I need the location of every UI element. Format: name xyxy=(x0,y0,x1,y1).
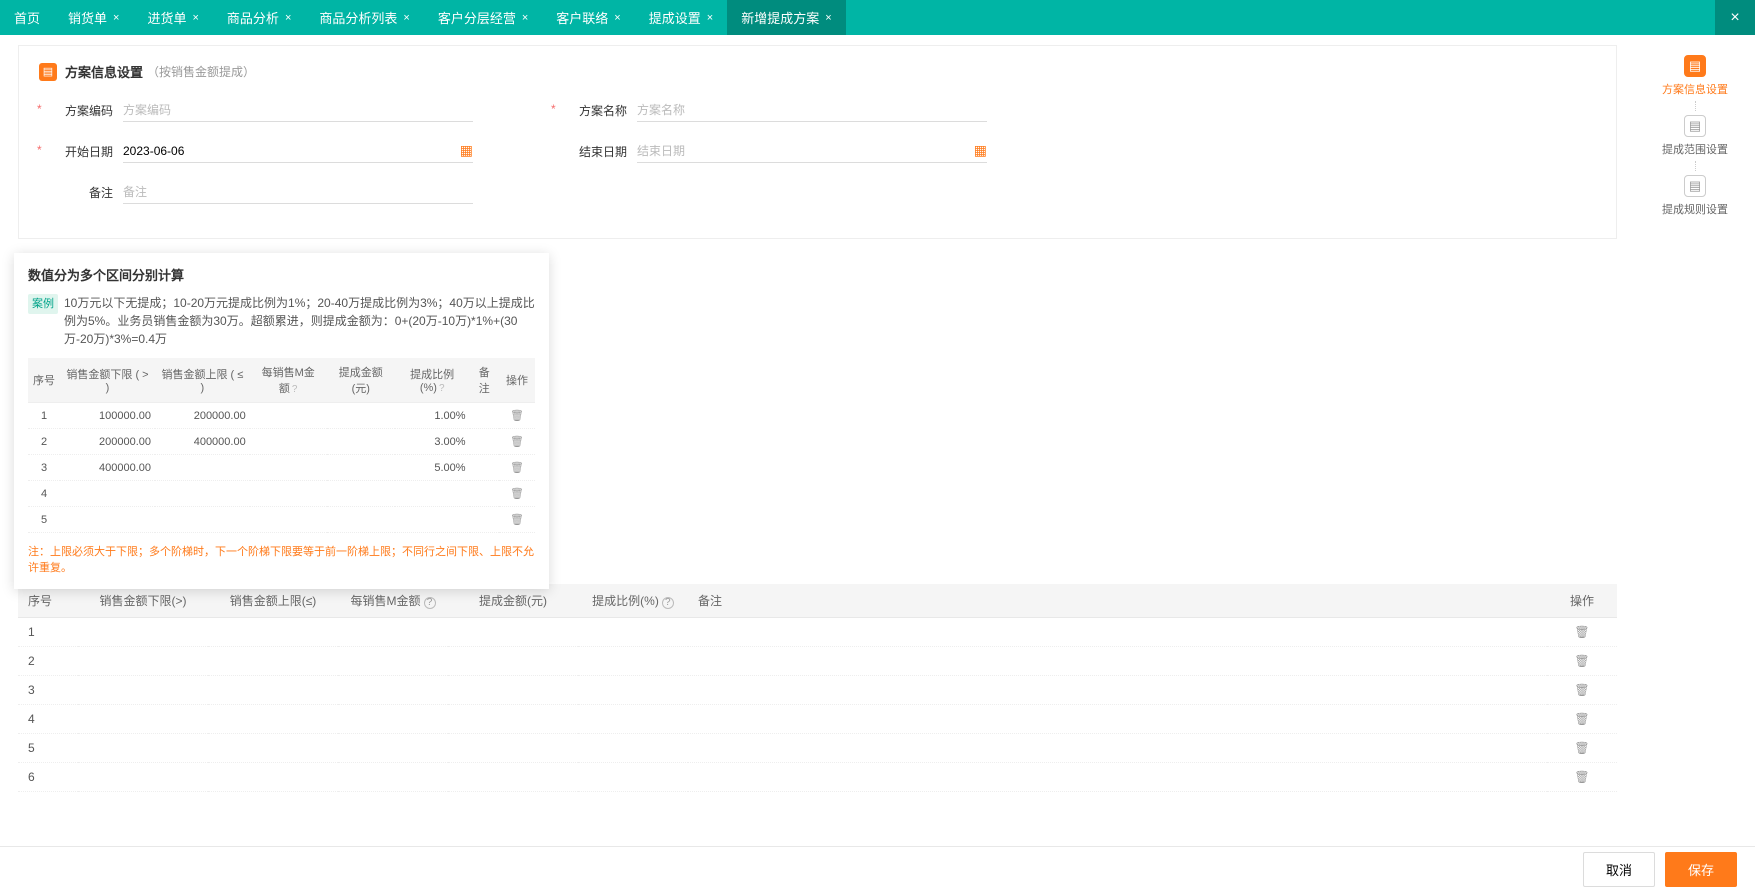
tab-home[interactable]: 首页 xyxy=(0,0,54,35)
example-tag: 案例 xyxy=(28,294,58,314)
end-date-input[interactable] xyxy=(637,140,987,163)
table-row[interactable]: 1🗑 xyxy=(18,618,1617,647)
col-remark: 备注 xyxy=(688,584,1547,618)
step-icon: ▤ xyxy=(1684,115,1706,137)
col-ratio: 提成比例(%)? xyxy=(578,584,688,618)
close-icon[interactable]: × xyxy=(825,12,831,24)
table-row[interactable]: 2🗑 xyxy=(18,647,1617,676)
table-row: 5🗑 xyxy=(28,507,535,533)
tooltip-title: 数值分为多个区间分别计算 xyxy=(28,265,535,284)
delete-icon[interactable]: 🗑 xyxy=(510,462,524,474)
plan-code-input[interactable] xyxy=(123,99,473,122)
delete-icon[interactable]: 🗑 xyxy=(510,488,524,500)
col-amount: 提成金额(元) xyxy=(448,584,578,618)
tooltip-note: 注：上限必须大于下限；多个阶梯时，下一个阶梯下限要等于前一阶梯上限；不同行之间下… xyxy=(28,543,535,575)
plan-name-input[interactable] xyxy=(637,99,987,122)
table-row: 3400000.005.00%🗑 xyxy=(28,455,535,481)
table-row[interactable]: 5🗑 xyxy=(18,734,1617,763)
tab-new-commission-plan[interactable]: 新增提成方案× xyxy=(727,0,845,35)
delete-icon[interactable]: 🗑 xyxy=(1574,712,1589,726)
col-per-m: 每销售M金额? xyxy=(338,584,448,618)
tab-product-analysis-list[interactable]: 商品分析列表× xyxy=(305,0,423,35)
table-row[interactable]: 6🗑 xyxy=(18,763,1617,792)
panel-subtitle: （按销售金额提成） xyxy=(147,63,255,80)
cancel-button[interactable]: 取消 xyxy=(1583,852,1655,887)
tab-customer-contact[interactable]: 客户联络× xyxy=(542,0,634,35)
top-tab-bar: 首页 销货单× 进货单× 商品分析× 商品分析列表× 客户分层经营× 客户联络×… xyxy=(0,0,1755,35)
step-icon: ▤ xyxy=(1684,175,1706,197)
page-footer: 取消 保存 xyxy=(0,846,1755,892)
interval-excess-tooltip: 数值分为多个区间分别计算 案例 10万元以下无提成；10-20万元提成比例为1%… xyxy=(14,253,549,589)
close-icon[interactable]: × xyxy=(285,12,291,24)
remark-input[interactable] xyxy=(123,181,473,204)
close-icon[interactable]: × xyxy=(614,12,620,24)
steps-side-nav: ▤ 方案信息设置 ▤ 提成范围设置 ▤ 提成规则设置 xyxy=(1635,35,1755,852)
panel-title: 方案信息设置 xyxy=(65,62,143,81)
end-date-label: 结束日期 xyxy=(553,143,627,160)
col-lower: 销售金额下限(>) xyxy=(78,584,208,618)
panel-icon: ▤ xyxy=(39,63,57,81)
save-button[interactable]: 保存 xyxy=(1665,852,1737,887)
help-icon[interactable]: ? xyxy=(424,597,436,609)
remark-label: 备注 xyxy=(39,184,113,201)
delete-icon[interactable]: 🗑 xyxy=(1574,770,1589,784)
step-icon: ▤ xyxy=(1684,55,1706,77)
close-icon[interactable]: × xyxy=(403,12,409,24)
close-icon[interactable]: × xyxy=(522,12,528,24)
col-op: 操作 xyxy=(1547,584,1617,618)
example-text: 10万元以下无提成；10-20万元提成比例为1%；20-40万提成比例为3%；4… xyxy=(64,294,535,348)
table-row: 2200000.00400000.003.00%🗑 xyxy=(28,429,535,455)
table-row[interactable]: 3🗑 xyxy=(18,676,1617,705)
step-rule-setting[interactable]: ▤ 提成规则设置 xyxy=(1662,175,1728,217)
tab-sales-order[interactable]: 销货单× xyxy=(54,0,133,35)
table-row: 1100000.00200000.001.00%🗑 xyxy=(28,403,535,429)
tooltip-example-table: 序号 销售金额下限 ( > ) 销售金额上限 ( ≤ ) 每销售M金额? 提成金… xyxy=(28,358,535,533)
close-icon[interactable]: × xyxy=(707,12,713,24)
close-all-tabs-button[interactable]: × xyxy=(1715,0,1755,35)
plan-name-label: 方案名称 xyxy=(553,102,627,119)
delete-icon[interactable]: 🗑 xyxy=(1574,625,1589,639)
delete-icon[interactable]: 🗑 xyxy=(1574,683,1589,697)
step-scope-setting[interactable]: ▤ 提成范围设置 xyxy=(1662,115,1728,157)
start-date-input[interactable] xyxy=(123,140,473,163)
table-row[interactable]: 4🗑 xyxy=(18,705,1617,734)
start-date-label: 开始日期 xyxy=(39,143,113,160)
col-upper: 销售金额上限(≤) xyxy=(208,584,338,618)
delete-icon[interactable]: 🗑 xyxy=(1574,741,1589,755)
tab-purchase-order[interactable]: 进货单× xyxy=(133,0,212,35)
commission-rule-table: 序号 销售金额下限(>) 销售金额上限(≤) 每销售M金额? 提成金额(元) 提… xyxy=(18,584,1617,792)
tab-commission-setting[interactable]: 提成设置× xyxy=(635,0,727,35)
help-icon[interactable]: ? xyxy=(662,597,674,609)
delete-icon[interactable]: 🗑 xyxy=(1574,654,1589,668)
plan-info-panel: ▤ 方案信息设置 （按销售金额提成） 方案编码 方案名称 开始日期 xyxy=(18,45,1617,239)
close-icon[interactable]: × xyxy=(113,12,119,24)
plan-code-label: 方案编码 xyxy=(39,102,113,119)
table-row: 4🗑 xyxy=(28,481,535,507)
tab-customer-segment[interactable]: 客户分层经营× xyxy=(424,0,542,35)
tab-product-analysis[interactable]: 商品分析× xyxy=(213,0,305,35)
col-seq: 序号 xyxy=(18,584,78,618)
delete-icon[interactable]: 🗑 xyxy=(510,410,524,422)
delete-icon[interactable]: 🗑 xyxy=(510,514,524,526)
close-icon[interactable]: × xyxy=(192,12,198,24)
delete-icon[interactable]: 🗑 xyxy=(510,436,524,448)
step-plan-info[interactable]: ▤ 方案信息设置 xyxy=(1662,55,1728,97)
